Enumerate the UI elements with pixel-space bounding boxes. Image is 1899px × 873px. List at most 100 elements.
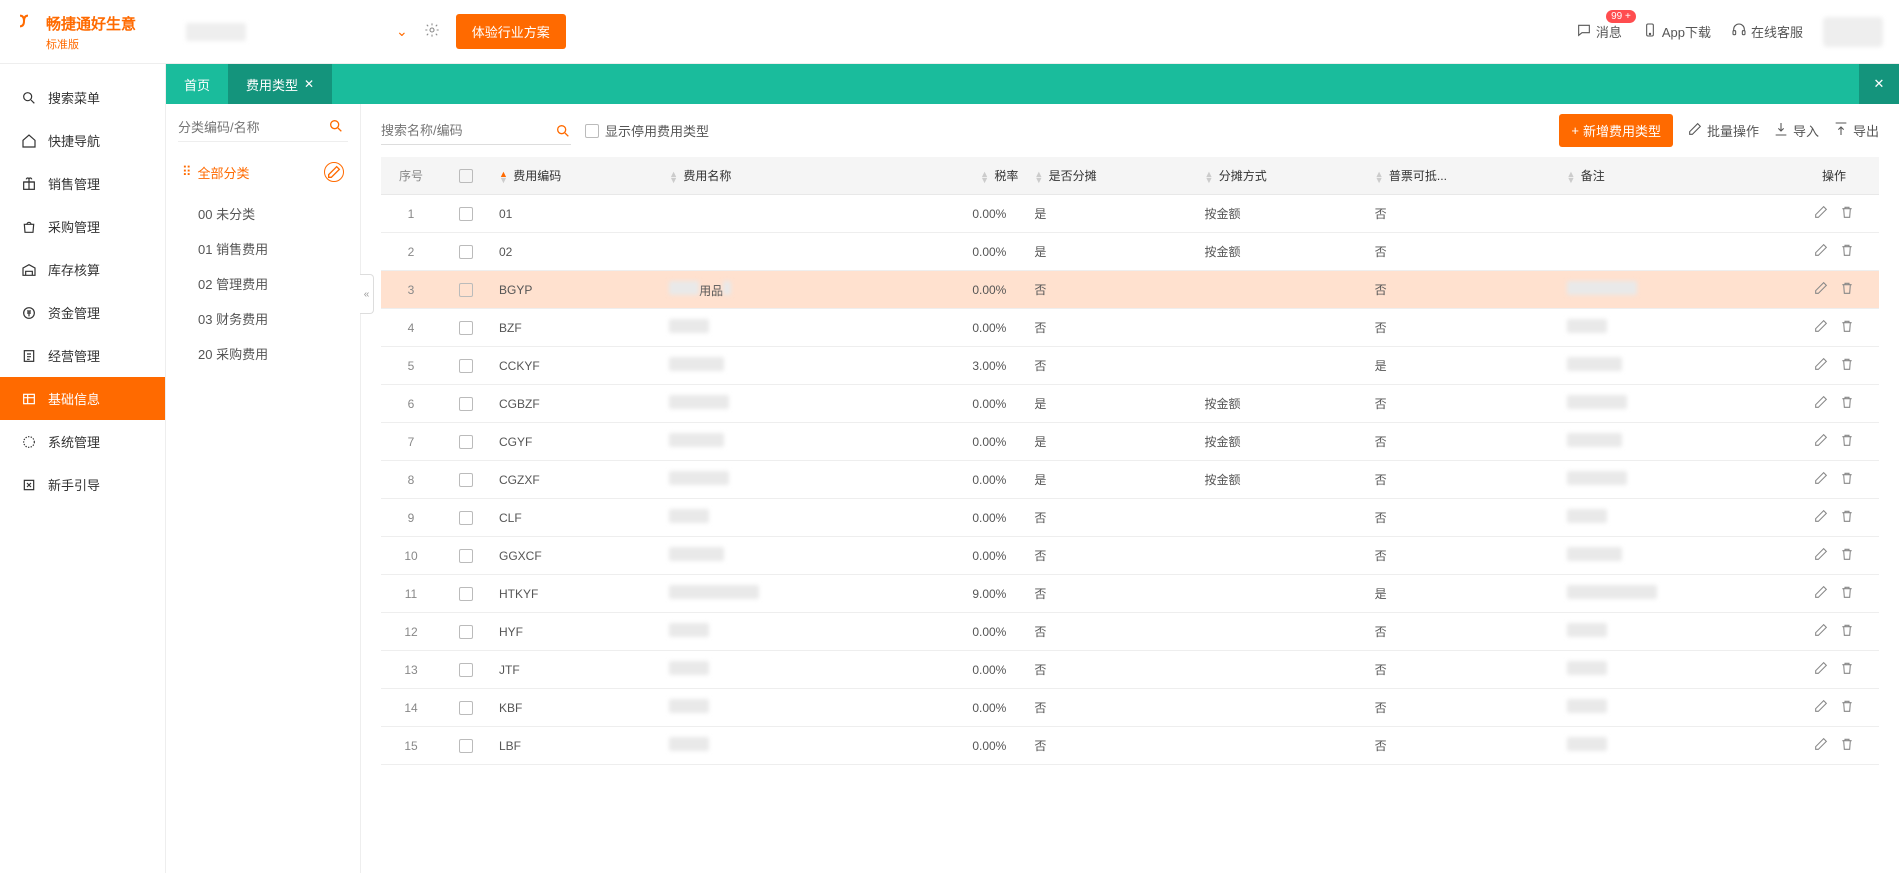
row-checkbox[interactable]: [441, 499, 491, 537]
th-apportion[interactable]: ▲▼ 是否分摊: [1026, 157, 1196, 195]
row-delete-icon[interactable]: [1839, 432, 1855, 451]
row-edit-icon[interactable]: [1813, 394, 1829, 413]
experience-button[interactable]: 体验行业方案: [456, 14, 566, 49]
online-service-link[interactable]: 在线客服: [1731, 22, 1803, 41]
row-checkbox[interactable]: [441, 423, 491, 461]
sidebar-item-7[interactable]: 基础信息: [0, 377, 165, 420]
category-edit-icon[interactable]: [324, 162, 344, 182]
tenant-dropdown-icon[interactable]: ⌄: [396, 23, 408, 40]
table-search-input[interactable]: [381, 117, 571, 145]
row-checkbox[interactable]: [441, 195, 491, 233]
row-checkbox[interactable]: [441, 613, 491, 651]
category-item-1[interactable]: 01 销售费用: [166, 231, 360, 266]
sidebar-item-5[interactable]: 资金管理: [0, 291, 165, 334]
row-checkbox[interactable]: [441, 385, 491, 423]
category-item-0[interactable]: 00 未分类: [166, 196, 360, 231]
row-delete-icon[interactable]: [1839, 318, 1855, 337]
add-expense-type-button[interactable]: + 新增费用类型: [1559, 114, 1673, 147]
row-edit-icon[interactable]: [1813, 356, 1829, 375]
th-rate[interactable]: ▲▼ 税率: [892, 157, 1027, 195]
th-code[interactable]: ▲▼ 费用编码: [491, 157, 661, 195]
row-edit-icon[interactable]: [1813, 660, 1829, 679]
row-checkbox[interactable]: [441, 537, 491, 575]
row-edit-icon[interactable]: [1813, 242, 1829, 261]
row-edit-icon[interactable]: [1813, 698, 1829, 717]
th-index[interactable]: 序号: [381, 157, 441, 195]
logo-icon: [16, 12, 40, 36]
batch-operate-button[interactable]: 批量操作: [1687, 121, 1759, 140]
cell-rate: 0.00%: [892, 195, 1027, 233]
row-checkbox[interactable]: [441, 271, 491, 309]
search-icon[interactable]: [555, 123, 571, 142]
category-item-2[interactable]: 02 管理费用: [166, 266, 360, 301]
category-all[interactable]: ⠿ 全部分类: [182, 163, 250, 182]
search-icon[interactable]: [328, 118, 344, 137]
row-delete-icon[interactable]: [1839, 736, 1855, 755]
row-edit-icon[interactable]: [1813, 204, 1829, 223]
sidebar-item-4[interactable]: 库存核算: [0, 248, 165, 291]
row-checkbox[interactable]: [441, 575, 491, 613]
row-delete-icon[interactable]: [1839, 204, 1855, 223]
sidebar-item-9[interactable]: 新手引导: [0, 463, 165, 506]
tenant-selector[interactable]: [186, 23, 246, 41]
row-edit-icon[interactable]: [1813, 546, 1829, 565]
row-delete-icon[interactable]: [1839, 394, 1855, 413]
th-select-all[interactable]: [441, 157, 491, 195]
row-checkbox[interactable]: [441, 347, 491, 385]
settings-icon[interactable]: [424, 22, 440, 41]
row-delete-icon[interactable]: [1839, 546, 1855, 565]
row-checkbox[interactable]: [441, 727, 491, 765]
message-link[interactable]: 消息 99 +: [1576, 22, 1622, 41]
checkbox-icon: [459, 701, 473, 715]
row-edit-icon[interactable]: [1813, 470, 1829, 489]
app-download-link[interactable]: App下载: [1642, 22, 1711, 41]
sidebar-item-1[interactable]: 快捷导航: [0, 119, 165, 162]
sidebar-item-label: 采购管理: [48, 217, 100, 236]
sidebar-item-2[interactable]: 销售管理: [0, 162, 165, 205]
category-item-4[interactable]: 20 采购费用: [166, 336, 360, 371]
th-deductible[interactable]: ▲▼ 普票可抵...: [1367, 157, 1559, 195]
sidebar-item-0[interactable]: 搜索菜单: [0, 76, 165, 119]
row-checkbox[interactable]: [441, 461, 491, 499]
row-delete-icon[interactable]: [1839, 470, 1855, 489]
th-method[interactable]: ▲▼ 分摊方式: [1197, 157, 1367, 195]
row-delete-icon[interactable]: [1839, 356, 1855, 375]
import-button[interactable]: 导入: [1773, 121, 1819, 140]
category-item-3[interactable]: 03 财务费用: [166, 301, 360, 336]
row-edit-icon[interactable]: [1813, 622, 1829, 641]
row-edit-icon[interactable]: [1813, 736, 1829, 755]
th-name[interactable]: ▲▼ 费用名称: [661, 157, 891, 195]
row-delete-icon[interactable]: [1839, 622, 1855, 641]
row-delete-icon[interactable]: [1839, 242, 1855, 261]
sidebar-item-6[interactable]: 经营管理: [0, 334, 165, 377]
row-delete-icon[interactable]: [1839, 584, 1855, 603]
collapse-handle-icon[interactable]: «: [360, 274, 374, 314]
category-search-input[interactable]: [178, 114, 348, 142]
sidebar-item-8[interactable]: 系统管理: [0, 420, 165, 463]
export-button[interactable]: 导出: [1833, 121, 1879, 140]
row-delete-icon[interactable]: [1839, 508, 1855, 527]
sidebar-item-3[interactable]: 采购管理: [0, 205, 165, 248]
show-disabled-checkbox[interactable]: 显示停用费用类型: [585, 121, 709, 140]
row-checkbox[interactable]: [441, 689, 491, 727]
tab-close-icon[interactable]: ✕: [304, 77, 314, 91]
row-edit-icon[interactable]: [1813, 318, 1829, 337]
tabbar-close-all-icon[interactable]: ✕: [1859, 64, 1899, 104]
row-delete-icon[interactable]: [1839, 698, 1855, 717]
th-note[interactable]: ▲▼ 备注: [1559, 157, 1789, 195]
row-edit-icon[interactable]: [1813, 584, 1829, 603]
row-delete-icon[interactable]: [1839, 280, 1855, 299]
row-edit-icon[interactable]: [1813, 508, 1829, 527]
user-avatar[interactable]: [1823, 17, 1883, 47]
tab-expense-type[interactable]: 费用类型 ✕: [228, 64, 332, 104]
tab-home[interactable]: 首页: [166, 64, 228, 104]
row-delete-icon[interactable]: [1839, 660, 1855, 679]
cell-name: [661, 347, 891, 385]
cell-name: 用品: [661, 271, 891, 309]
row-edit-icon[interactable]: [1813, 432, 1829, 451]
row-edit-icon[interactable]: [1813, 280, 1829, 299]
row-checkbox[interactable]: [441, 651, 491, 689]
row-checkbox[interactable]: [441, 309, 491, 347]
row-checkbox[interactable]: [441, 233, 491, 271]
cell-note: [1559, 651, 1789, 689]
